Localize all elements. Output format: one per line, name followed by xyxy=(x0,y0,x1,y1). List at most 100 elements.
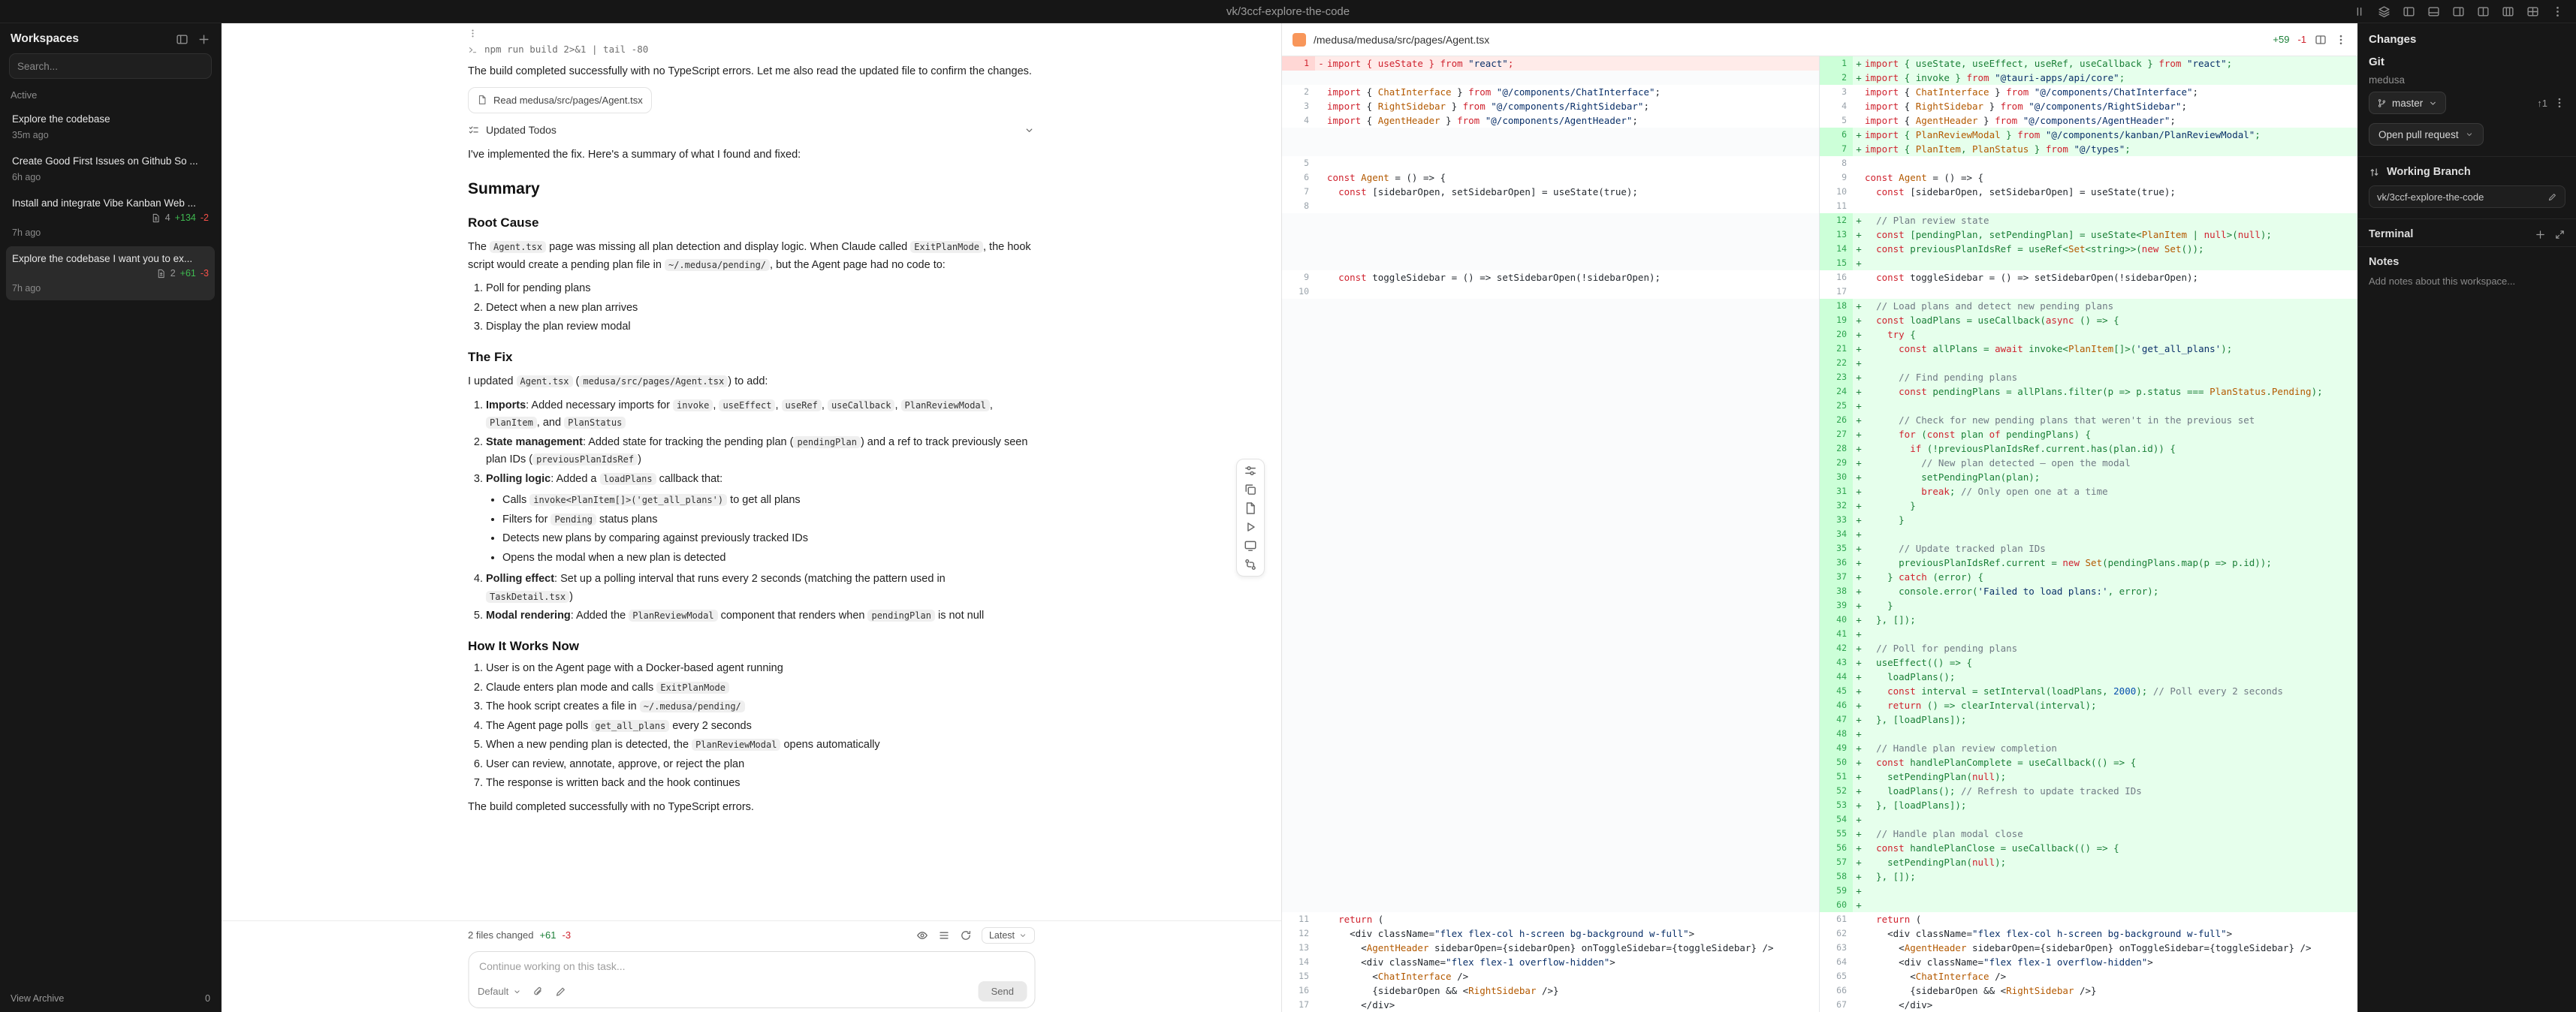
list-item: State management: Added state for tracki… xyxy=(486,434,1035,469)
inline-code: previousPlanIdsRef xyxy=(532,453,638,465)
list-icon[interactable] xyxy=(938,929,950,941)
new-terminal-button[interactable] xyxy=(2535,229,2546,240)
diff-filler-line xyxy=(1282,513,1819,527)
changes-panel-title: Changes xyxy=(2358,23,2576,49)
diff-line: 36+ previousPlanIdsRef.current = new Set… xyxy=(1820,556,2357,570)
line-number: 3 xyxy=(1282,99,1315,113)
diff-filler-line xyxy=(1282,427,1819,441)
split-two-icon[interactable] xyxy=(2477,5,2490,18)
collapsed-tool-step[interactable] xyxy=(468,28,1035,38)
repo-name: medusa xyxy=(2358,70,2576,87)
assistant-paragraph: The build completed successfully with no… xyxy=(468,63,1035,80)
workspace-item[interactable]: Create Good First Issues on Github So ..… xyxy=(6,149,215,189)
sidebar-header-actions xyxy=(176,33,210,46)
columns-icon[interactable] xyxy=(2315,34,2327,46)
kebab-icon[interactable] xyxy=(2551,5,2564,18)
attach-file-button[interactable] xyxy=(532,986,544,998)
maximize-terminal-button[interactable] xyxy=(2554,229,2565,240)
line-number: 28 xyxy=(1820,441,1853,456)
inline-code: medusa/src/pages/Agent.tsx xyxy=(579,375,728,387)
diff-line: 11 return ( xyxy=(1282,912,1819,926)
diff-line: 18+ // Load plans and detect new pending… xyxy=(1820,299,2357,313)
diff-line: 44+ loadPlans(); xyxy=(1820,670,2357,684)
eye-icon[interactable] xyxy=(916,929,928,941)
section-heading: How It Works Now xyxy=(468,636,1035,657)
file-icon[interactable] xyxy=(1244,501,1257,515)
sliders-icon[interactable] xyxy=(1244,464,1257,477)
line-number: 54 xyxy=(1820,812,1853,827)
line-number: 52 xyxy=(1820,784,1853,798)
grid-icon[interactable] xyxy=(2526,5,2539,18)
workspace-diff-stats: 2+61-3 xyxy=(12,267,209,280)
monitor-icon[interactable] xyxy=(1244,539,1257,553)
sidebar-footer: View Archive 0 xyxy=(0,985,221,1012)
send-button[interactable]: Send xyxy=(979,981,1027,1001)
status-bar-actions: Latest xyxy=(916,927,1035,944)
diff-line: 7+import { PlanItem, PlanStatus } from "… xyxy=(1820,142,2357,156)
branch-selector[interactable]: master xyxy=(2369,92,2446,114)
search-input[interactable] xyxy=(9,53,212,79)
line-number: 10 xyxy=(1282,285,1315,299)
composer-controls: Default Send xyxy=(478,981,1027,1001)
file-diff-icon xyxy=(156,269,166,279)
conversation-scroll[interactable]: npm run build 2>&1 | tail -80 The build c… xyxy=(222,23,1281,920)
diff-filler-line xyxy=(1282,128,1819,142)
diff-header: /medusa/medusa/src/pages/Agent.tsx +59 -… xyxy=(1282,23,2357,56)
notes-section-header[interactable]: Notes xyxy=(2358,247,2576,274)
view-archive-link[interactable]: View Archive xyxy=(11,993,64,1004)
line-number: 5 xyxy=(1820,113,1853,128)
refresh-icon[interactable] xyxy=(960,929,972,941)
section-label-active: Active xyxy=(0,85,221,105)
diff-line: 13 <AgentHeader sidebarOpen={sidebarOpen… xyxy=(1282,941,1819,955)
layers-icon[interactable] xyxy=(2378,5,2390,18)
diff-split-view[interactable]: 1-import { useState } from "react";2impo… xyxy=(1282,56,2357,1012)
file-icon xyxy=(477,95,487,105)
sync-icon xyxy=(2369,167,2380,178)
diff-filler-line xyxy=(1282,456,1819,470)
diff-line: 66 {sidebarOpen && <RightSidebar />} xyxy=(1820,983,2357,998)
diff-filler-line xyxy=(1282,256,1819,270)
diff-line: 30+ setPendingPlan(plan); xyxy=(1820,470,2357,484)
diff-line: 49+ // Handle plan review completion xyxy=(1820,741,2357,755)
tool-call-row[interactable]: npm run build 2>&1 | tail -80 xyxy=(468,42,1035,57)
plus-icon[interactable] xyxy=(198,33,210,46)
model-selector[interactable]: Default xyxy=(478,986,521,997)
diff-filler-line xyxy=(1282,399,1819,413)
working-branch-field[interactable]: vk/3ccf-explore-the-code xyxy=(2369,185,2565,208)
assistant-paragraph: I updated Agent.tsx (medusa/src/pages/Ag… xyxy=(468,373,1035,390)
workspace-item[interactable]: Explore the codebase35m ago xyxy=(6,107,215,147)
open-pull-request-button[interactable]: Open pull request xyxy=(2369,123,2484,146)
diff-filler-line xyxy=(1282,869,1819,884)
terminal-section-header[interactable]: Terminal xyxy=(2358,219,2576,246)
chip-label: Read medusa/src/pages/Agent.tsx xyxy=(493,92,643,108)
diff-deletions: -1 xyxy=(2297,34,2306,45)
edit-button[interactable] xyxy=(554,986,566,998)
play-icon[interactable] xyxy=(1244,520,1257,534)
line-number: 58 xyxy=(1820,869,1853,884)
line-number: 34 xyxy=(1820,527,1853,541)
pause-icon[interactable] xyxy=(2353,5,2366,18)
kebab-icon[interactable] xyxy=(2335,34,2347,46)
split-three-icon[interactable] xyxy=(2502,5,2514,18)
line-number: 26 xyxy=(1820,413,1853,427)
diff-line: 6+import { PlanReviewModal } from "@/com… xyxy=(1820,128,2357,142)
compare-icon[interactable] xyxy=(1244,558,1257,571)
copy-icon[interactable] xyxy=(1244,483,1257,496)
working-branch-row: Working Branch xyxy=(2358,157,2576,184)
panel-left-icon[interactable] xyxy=(176,33,189,46)
message-input[interactable] xyxy=(469,952,1012,972)
panel-right-icon[interactable] xyxy=(2452,5,2465,18)
panel-bottom-icon[interactable] xyxy=(2427,5,2440,18)
diff-line: 53+ }, [loadPlans]); xyxy=(1820,798,2357,812)
line-number: 1 xyxy=(1820,56,1853,71)
message-composer: Default Send xyxy=(468,951,1035,1008)
workspace-item[interactable]: Explore the codebase I want you to ex...… xyxy=(6,246,215,300)
workspace-item[interactable]: Install and integrate Vibe Kanban Web ..… xyxy=(6,191,215,245)
latest-dropdown[interactable]: Latest xyxy=(982,927,1035,944)
read-file-chip[interactable]: Read medusa/src/pages/Agent.tsx xyxy=(468,87,652,113)
todos-collapsible[interactable]: Updated Todos xyxy=(468,122,1035,139)
panel-left-icon[interactable] xyxy=(2403,5,2415,18)
notes-placeholder[interactable]: Add notes about this workspace... xyxy=(2358,274,2576,288)
diff-line: 45+ const interval = setInterval(loadPla… xyxy=(1820,684,2357,698)
branch-more-button[interactable] xyxy=(2553,97,2565,109)
